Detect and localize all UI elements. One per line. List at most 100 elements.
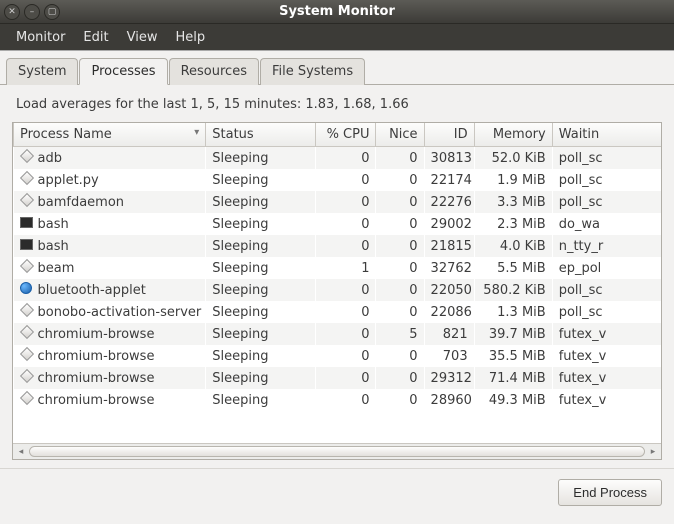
table-row[interactable]: bonobo-activation-serverSleeping00220861… bbox=[14, 301, 662, 323]
process-name-cell: chromium-browse bbox=[14, 323, 206, 345]
process-mem: 580.2 KiB bbox=[474, 279, 552, 301]
process-name: bamfdaemon bbox=[38, 195, 125, 210]
process-cpu: 1 bbox=[316, 257, 376, 279]
process-nice: 0 bbox=[376, 213, 424, 235]
table-row[interactable]: bashSleeping00290022.3 MiBdo_wa bbox=[14, 213, 662, 235]
process-name: adb bbox=[38, 151, 62, 166]
column-header--cpu[interactable]: % CPU bbox=[316, 123, 376, 147]
process-mem: 1.9 MiB bbox=[474, 169, 552, 191]
process-cpu: 0 bbox=[316, 301, 376, 323]
process-wait: futex_v bbox=[552, 345, 661, 367]
process-status: Sleeping bbox=[206, 191, 316, 213]
process-name: chromium-browse bbox=[38, 393, 155, 408]
table-row[interactable]: beam Sleeping10327625.5 MiBep_pol bbox=[14, 257, 662, 279]
process-name-cell: applet.py bbox=[14, 169, 206, 191]
menu-view[interactable]: View bbox=[119, 27, 166, 48]
process-wait: do_wa bbox=[552, 213, 661, 235]
process-icon bbox=[20, 172, 34, 186]
process-nice: 0 bbox=[376, 345, 424, 367]
process-icon bbox=[20, 150, 34, 164]
process-mem: 5.5 MiB bbox=[474, 257, 552, 279]
column-header-status[interactable]: Status bbox=[206, 123, 316, 147]
bluetooth-icon bbox=[20, 282, 34, 296]
column-header-memory[interactable]: Memory bbox=[474, 123, 552, 147]
tab-system[interactable]: System bbox=[6, 58, 78, 85]
process-id: 22276 bbox=[424, 191, 474, 213]
process-cpu: 0 bbox=[316, 235, 376, 257]
tab-file-systems[interactable]: File Systems bbox=[260, 58, 365, 85]
process-nice: 5 bbox=[376, 323, 424, 345]
action-bar: End Process bbox=[0, 468, 674, 516]
column-header-nice[interactable]: Nice bbox=[376, 123, 424, 147]
table-row[interactable]: chromium-browseSleeping002896049.3 MiBfu… bbox=[14, 389, 662, 411]
process-name-cell: bash bbox=[14, 235, 206, 257]
menu-edit[interactable]: Edit bbox=[75, 27, 116, 48]
tab-processes[interactable]: Processes bbox=[79, 58, 167, 85]
process-id: 821 bbox=[424, 323, 474, 345]
process-wait: n_tty_r bbox=[552, 235, 661, 257]
terminal-icon bbox=[20, 238, 34, 252]
process-cpu: 0 bbox=[316, 169, 376, 191]
table-row[interactable]: chromium-browseSleeping0582139.7 MiBfute… bbox=[14, 323, 662, 345]
column-header-id[interactable]: ID bbox=[424, 123, 474, 147]
process-wait: poll_sc bbox=[552, 301, 661, 323]
menu-monitor[interactable]: Monitor bbox=[8, 27, 73, 48]
process-name: bluetooth-applet bbox=[38, 283, 146, 298]
process-nice: 0 bbox=[376, 389, 424, 411]
process-status: Sleeping bbox=[206, 345, 316, 367]
process-nice: 0 bbox=[376, 279, 424, 301]
horizontal-scrollbar[interactable]: ◂ ▸ bbox=[13, 443, 661, 459]
process-cpu: 0 bbox=[316, 345, 376, 367]
process-mem: 52.0 KiB bbox=[474, 147, 552, 170]
statusbar bbox=[0, 516, 674, 524]
scroll-left-icon[interactable]: ◂ bbox=[14, 446, 28, 457]
tab-resources[interactable]: Resources bbox=[169, 58, 259, 85]
process-mem: 35.5 MiB bbox=[474, 345, 552, 367]
process-name: beam bbox=[38, 261, 75, 276]
close-icon[interactable]: ✕ bbox=[4, 4, 20, 20]
scrollbar-thumb[interactable] bbox=[29, 446, 645, 457]
process-id: 22086 bbox=[424, 301, 474, 323]
process-mem: 39.7 MiB bbox=[474, 323, 552, 345]
process-cpu: 0 bbox=[316, 213, 376, 235]
process-id: 22050 bbox=[424, 279, 474, 301]
process-name: chromium-browse bbox=[38, 371, 155, 386]
table-row[interactable]: chromium-browseSleeping002931271.4 MiBfu… bbox=[14, 367, 662, 389]
process-table: Process NameStatus% CPUNiceIDMemoryWaiti… bbox=[12, 122, 662, 460]
process-id: 32762 bbox=[424, 257, 474, 279]
process-nice: 0 bbox=[376, 257, 424, 279]
table-row[interactable]: chromium-browseSleeping0070335.5 MiBfute… bbox=[14, 345, 662, 367]
process-name-cell: bash bbox=[14, 213, 206, 235]
process-wait: poll_sc bbox=[552, 169, 661, 191]
minimize-icon[interactable]: – bbox=[24, 4, 40, 20]
process-cpu: 0 bbox=[316, 147, 376, 170]
process-mem: 3.3 MiB bbox=[474, 191, 552, 213]
scroll-right-icon[interactable]: ▸ bbox=[646, 446, 660, 457]
process-status: Sleeping bbox=[206, 323, 316, 345]
process-wait: poll_sc bbox=[552, 191, 661, 213]
end-process-button[interactable]: End Process bbox=[558, 479, 662, 506]
process-id: 29002 bbox=[424, 213, 474, 235]
table-row[interactable]: bluetooth-appletSleeping0022050580.2 KiB… bbox=[14, 279, 662, 301]
process-name: applet.py bbox=[38, 173, 99, 188]
process-name-cell: bamfdaemon bbox=[14, 191, 206, 213]
process-status: Sleeping bbox=[206, 147, 316, 170]
process-name-cell: chromium-browse bbox=[14, 389, 206, 411]
maximize-icon[interactable]: ▢ bbox=[44, 4, 60, 20]
tab-strip: SystemProcessesResourcesFile Systems bbox=[0, 51, 674, 85]
table-row[interactable]: adbSleeping003081352.0 KiBpoll_sc bbox=[14, 147, 662, 170]
table-row[interactable]: bamfdaemonSleeping00222763.3 MiBpoll_sc bbox=[14, 191, 662, 213]
terminal-icon bbox=[20, 216, 34, 230]
titlebar: ✕ – ▢ System Monitor bbox=[0, 0, 674, 24]
process-nice: 0 bbox=[376, 235, 424, 257]
table-row[interactable]: bashSleeping00218154.0 KiBn_tty_r bbox=[14, 235, 662, 257]
process-wait: ep_pol bbox=[552, 257, 661, 279]
process-status: Sleeping bbox=[206, 257, 316, 279]
column-header-waitin[interactable]: Waitin bbox=[552, 123, 661, 147]
process-name-cell: beam bbox=[14, 257, 206, 279]
menu-help[interactable]: Help bbox=[167, 27, 213, 48]
column-header-process-name[interactable]: Process Name bbox=[14, 123, 206, 147]
table-row[interactable]: applet.pySleeping00221741.9 MiBpoll_sc bbox=[14, 169, 662, 191]
process-wait: futex_v bbox=[552, 389, 661, 411]
process-mem: 2.3 MiB bbox=[474, 213, 552, 235]
